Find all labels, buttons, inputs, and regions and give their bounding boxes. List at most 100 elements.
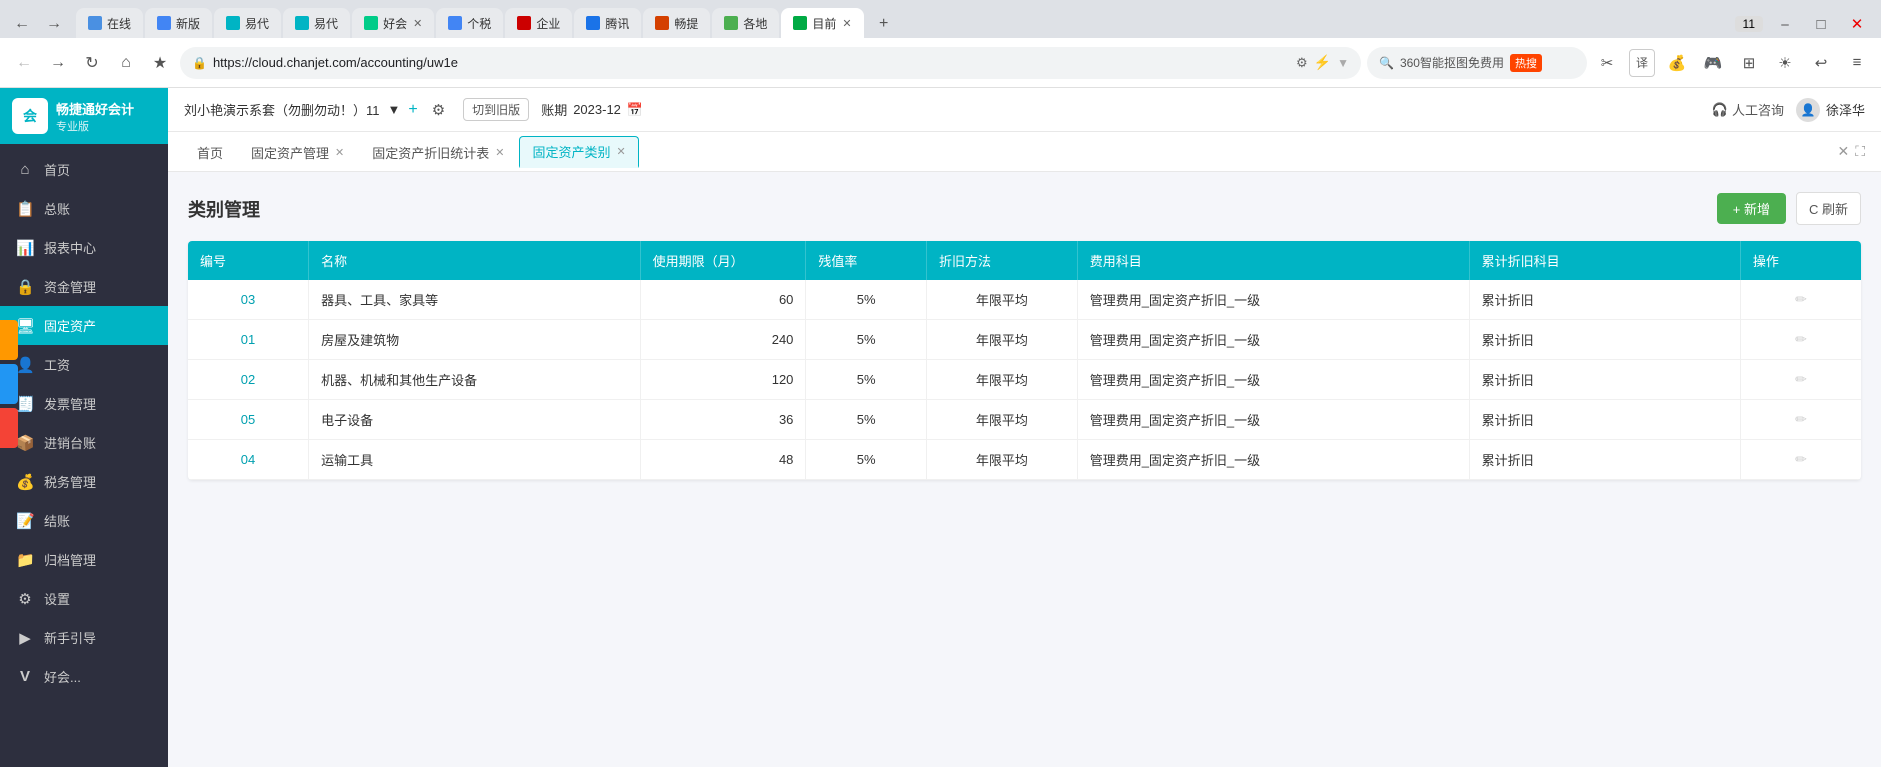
cell-code-2[interactable]: 02	[188, 360, 309, 400]
sidebar-item-reports[interactable]: 📊 报表中心	[0, 228, 168, 267]
code-link-3[interactable]: 05	[241, 412, 255, 427]
game-icon[interactable]: 🎮	[1699, 49, 1727, 77]
sidebar-item-ledger[interactable]: 📋 总账	[0, 189, 168, 228]
headset-icon: 🎧	[1712, 102, 1728, 118]
reports-icon: 📊	[16, 239, 34, 257]
browser-tab-7[interactable]: 企业	[505, 8, 572, 38]
code-link-1[interactable]: 01	[241, 332, 255, 347]
page-tab-fixed-assets-mgmt[interactable]: 固定资产管理 ✕	[238, 136, 357, 168]
cell-edit-0[interactable]: ✏	[1740, 280, 1861, 320]
code-link-4[interactable]: 04	[241, 452, 255, 467]
cell-edit-3[interactable]: ✏	[1740, 400, 1861, 440]
forward-btn[interactable]: →	[44, 49, 72, 77]
sidebar-item-payroll[interactable]: 👤 工资	[0, 345, 168, 384]
sidebar-item-settings[interactable]: ⚙ 设置	[0, 579, 168, 618]
sidebar-item-checkout[interactable]: 📝 结账	[0, 501, 168, 540]
browser-tab-6[interactable]: 个税	[436, 8, 503, 38]
sidebar-item-home[interactable]: ⌂ 首页	[0, 150, 168, 189]
page-tab-depreciation-stats[interactable]: 固定资产折旧统计表 ✕	[359, 136, 517, 168]
refresh-btn[interactable]: C 刷新	[1796, 192, 1861, 225]
cell-code-1[interactable]: 01	[188, 320, 309, 360]
browser-tab-4[interactable]: 易代	[283, 8, 350, 38]
edit-icon-3[interactable]: ✏	[1795, 411, 1807, 427]
add-btn[interactable]: + 新增	[1717, 193, 1786, 224]
cell-months-4: 48	[640, 440, 806, 480]
new-tab-btn[interactable]: +	[870, 10, 898, 38]
page-title: 类别管理	[188, 196, 260, 222]
grid-icon[interactable]: ⊞	[1735, 49, 1763, 77]
browser-tab-5[interactable]: 好会 ✕	[352, 8, 434, 38]
lock-icon: 🔒	[192, 56, 207, 70]
inventory-icon: 📦	[16, 434, 34, 452]
edit-icon-4[interactable]: ✏	[1795, 451, 1807, 467]
tab-label-8: 腾讯	[605, 15, 629, 32]
browser-tab-10[interactable]: 各地	[712, 8, 779, 38]
home-btn[interactable]: ⌂	[112, 49, 140, 77]
search-bar[interactable]: 🔍 360智能抠图免费用 热搜	[1367, 47, 1587, 79]
cell-code-4[interactable]: 04	[188, 440, 309, 480]
code-link-0[interactable]: 03	[241, 292, 255, 307]
minimize-btn[interactable]: ⎯	[1771, 10, 1799, 38]
add-account-icon[interactable]: +	[408, 101, 417, 119]
address-bar[interactable]: 🔒 https://cloud.chanjet.com/accounting/u…	[180, 47, 1361, 79]
wallet-icon[interactable]: 💰	[1663, 49, 1691, 77]
cell-edit-4[interactable]: ✏	[1740, 440, 1861, 480]
edit-icon-0[interactable]: ✏	[1795, 291, 1807, 307]
menu-icon[interactable]: ≡	[1843, 49, 1871, 77]
browser-tab-8[interactable]: 腾讯	[574, 8, 641, 38]
cell-edit-2[interactable]: ✏	[1740, 360, 1861, 400]
sidebar: 会 畅捷通好会计 专业版 ⌂ 首页 📋 总账 📊 报表中心 🔒 资金管理	[0, 88, 168, 767]
cell-edit-1[interactable]: ✏	[1740, 320, 1861, 360]
fixed-assets-icon: 🖥	[16, 317, 34, 335]
nav-back[interactable]: ←	[8, 10, 36, 38]
close-tab-stats[interactable]: ✕	[495, 146, 504, 159]
navigation-bar: ← → ↻ ⌂ ★ 🔒 https://cloud.chanjet.com/ac…	[0, 38, 1881, 88]
settings-gear-btn[interactable]: ⚙	[426, 99, 451, 121]
cut-icon[interactable]: ✂	[1593, 49, 1621, 77]
cell-code-3[interactable]: 05	[188, 400, 309, 440]
calendar-icon[interactable]: 📅	[627, 102, 643, 118]
cell-code-0[interactable]: 03	[188, 280, 309, 320]
close-window-icon[interactable]: ✕	[1837, 143, 1849, 160]
undo-icon[interactable]: ↩	[1807, 49, 1835, 77]
bookmark-btn[interactable]: ★	[146, 49, 174, 77]
sidebar-item-more[interactable]: V 好会...	[0, 657, 168, 696]
app-logo: 会	[12, 98, 48, 134]
expand-icon[interactable]: ⛶	[1855, 143, 1865, 160]
browser-tab-9[interactable]: 畅提	[643, 8, 710, 38]
sidebar-item-tax[interactable]: 💰 税务管理	[0, 462, 168, 501]
sidebar-item-archive[interactable]: 📁 归档管理	[0, 540, 168, 579]
browser-tab-11[interactable]: 目前 ✕	[781, 8, 863, 38]
code-link-2[interactable]: 02	[241, 372, 255, 387]
sidebar-item-guide[interactable]: ▶ 新手引导	[0, 618, 168, 657]
service-btn[interactable]: 🎧 人工咨询	[1712, 100, 1784, 119]
user-info[interactable]: 👤 徐泽华	[1796, 98, 1865, 122]
sidebar-item-inventory[interactable]: 📦 进销台账	[0, 423, 168, 462]
sidebar-item-fixed-assets[interactable]: 🖥 固定资产	[0, 306, 168, 345]
tab-label-6: 个税	[467, 15, 491, 32]
back-btn[interactable]: ←	[10, 49, 38, 77]
sidebar-item-funds[interactable]: 🔒 资金管理	[0, 267, 168, 306]
close-btn[interactable]: ✕	[1843, 10, 1871, 38]
account-dropdown[interactable]: ▼	[388, 102, 401, 117]
maximize-btn: ✕ ⛶	[1837, 143, 1865, 160]
browser-tab-1[interactable]: 在线	[76, 8, 143, 38]
page-tab-home[interactable]: 首页	[184, 136, 236, 168]
edit-icon-2[interactable]: ✏	[1795, 371, 1807, 387]
reload-btn[interactable]: ↻	[78, 49, 106, 77]
browser-tab-3[interactable]: 易代	[214, 8, 281, 38]
theme-icon[interactable]: ☀	[1771, 49, 1799, 77]
restore-btn[interactable]: □	[1807, 10, 1835, 38]
tab-label-3: 易代	[245, 15, 269, 32]
close-tab-11[interactable]: ✕	[842, 17, 851, 30]
edit-icon-1[interactable]: ✏	[1795, 331, 1807, 347]
translate-icon[interactable]: 译	[1629, 49, 1655, 77]
page-tab-asset-category[interactable]: 固定资产类别 ✕	[519, 136, 638, 168]
old-version-btn[interactable]: 切到旧版	[463, 98, 529, 121]
sidebar-item-invoice[interactable]: 🧾 发票管理	[0, 384, 168, 423]
close-tab-category[interactable]: ✕	[617, 145, 626, 158]
nav-forward[interactable]: →	[40, 10, 68, 38]
close-tab-mgmt[interactable]: ✕	[335, 146, 344, 159]
browser-tab-2[interactable]: 新版	[145, 8, 212, 38]
close-tab-5[interactable]: ✕	[413, 17, 422, 30]
